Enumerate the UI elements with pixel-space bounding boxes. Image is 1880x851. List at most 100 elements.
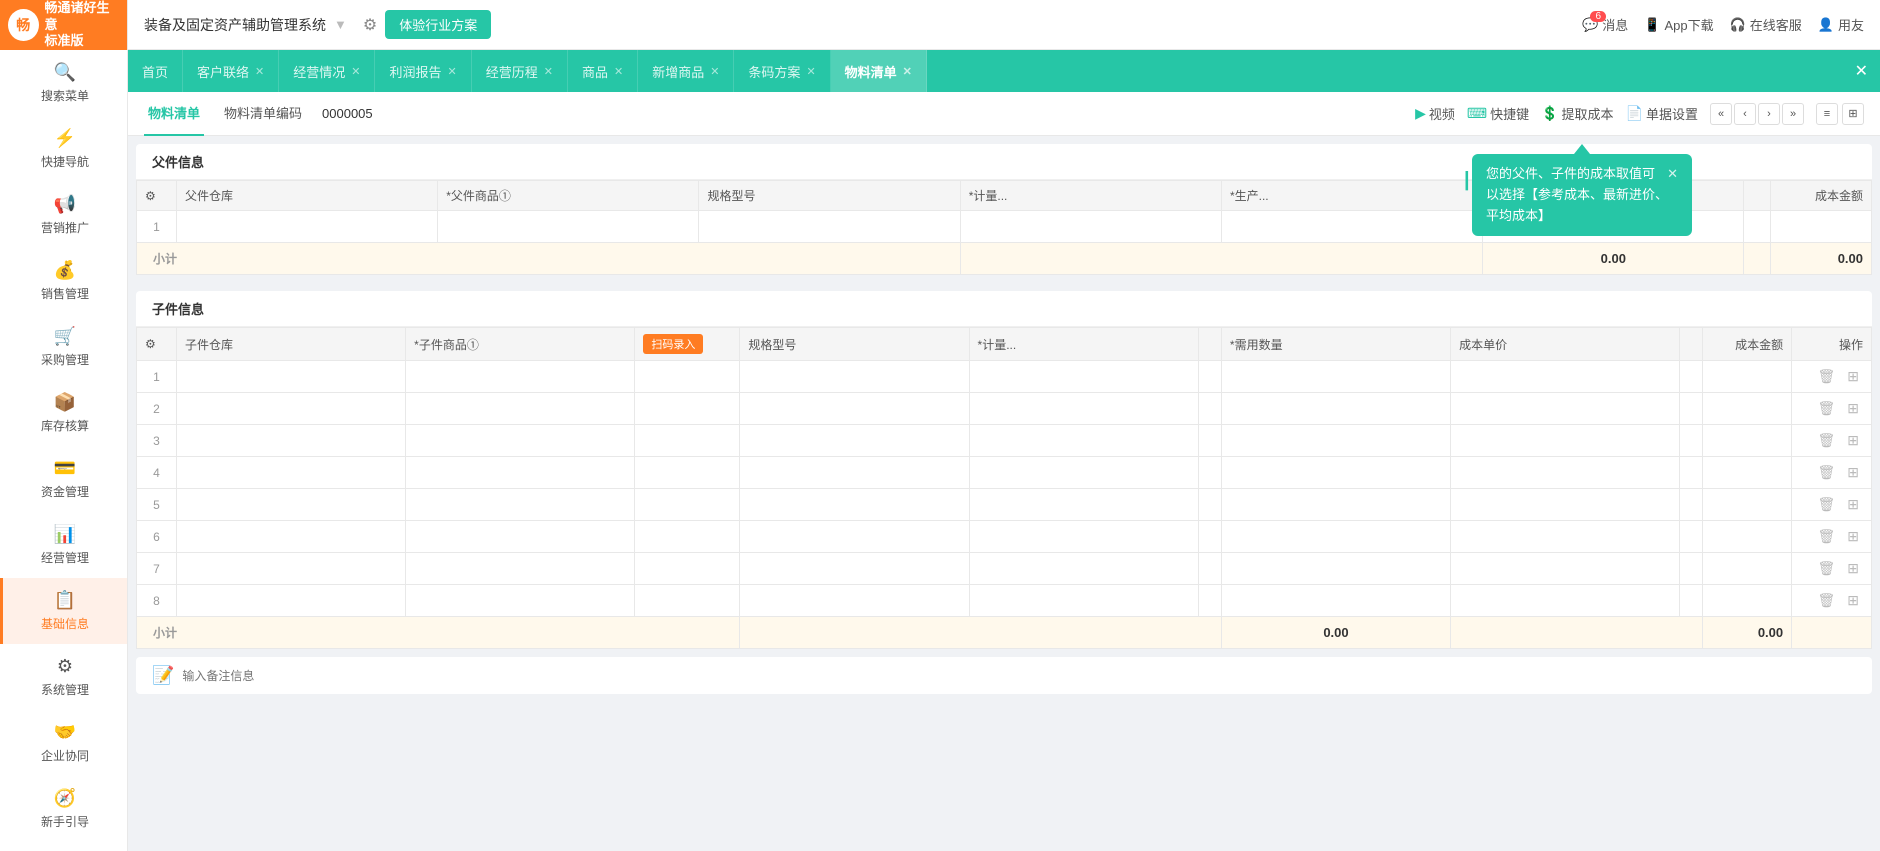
child-spec-input-7[interactable] — [740, 553, 968, 584]
child-product-input-4[interactable] — [406, 457, 634, 488]
tab-close-history[interactable]: ✕ — [544, 65, 553, 78]
child-row-4-spec[interactable] — [740, 457, 969, 489]
tooltip-close-btn[interactable]: ✕ — [1667, 164, 1678, 185]
parent-row-1-unit[interactable] — [960, 211, 1221, 243]
child-qty-input-8[interactable] — [1222, 585, 1450, 616]
parent-spec-input[interactable] — [699, 211, 959, 242]
child-row-2-warehouse[interactable] — [177, 393, 406, 425]
child-product-input-3[interactable] — [406, 425, 634, 456]
col-gear-parent[interactable]: ⚙ — [137, 181, 177, 211]
parent-row-1-warehouse[interactable] — [177, 211, 438, 243]
child-product-input-5[interactable] — [406, 489, 634, 520]
tab-profit[interactable]: 利润报告 ✕ — [375, 50, 471, 92]
list-view-btn[interactable]: ≡ — [1816, 103, 1838, 125]
app-download-action[interactable]: 📱 App下载 — [1644, 15, 1713, 34]
delete-btn-8[interactable]: 🗑 — [1813, 590, 1839, 611]
child-warehouse-input-7[interactable] — [177, 553, 405, 584]
child-product-input-6[interactable] — [406, 521, 634, 552]
child-row-2-spec[interactable] — [740, 393, 969, 425]
child-qty-input-7[interactable] — [1222, 553, 1450, 584]
child-row-3-product[interactable] — [406, 425, 635, 457]
copy-btn-4[interactable]: ⊞ — [1843, 462, 1863, 483]
sidebar-item-inventory[interactable]: 📦 库存核算 — [0, 380, 127, 446]
child-unitcost-input-5[interactable] — [1451, 489, 1679, 520]
tab-close-ops[interactable]: ✕ — [351, 65, 360, 78]
parent-product-input[interactable] — [438, 211, 698, 242]
child-unitcost-input-6[interactable] — [1451, 521, 1679, 552]
parent-row-1-spec[interactable] — [699, 211, 960, 243]
child-product-input-1[interactable] — [406, 361, 634, 392]
child-product-input-7[interactable] — [406, 553, 634, 584]
sidebar-item-quicknav[interactable]: ⚡ 快捷导航 — [0, 116, 127, 182]
first-btn[interactable]: « — [1710, 103, 1732, 125]
child-qty-input-3[interactable] — [1222, 425, 1450, 456]
child-warehouse-input-6[interactable] — [177, 521, 405, 552]
sidebar-item-sales[interactable]: 💰 销售管理 — [0, 248, 127, 314]
tab-home[interactable]: 首页 — [128, 50, 183, 92]
delete-btn-6[interactable]: 🗑 — [1813, 526, 1839, 547]
sidebar-item-system[interactable]: ⚙ 系统管理 — [0, 644, 127, 710]
copy-btn-5[interactable]: ⊞ — [1843, 494, 1863, 515]
parent-row-1-produce[interactable] — [1221, 211, 1482, 243]
child-row-6-spec[interactable] — [740, 521, 969, 553]
child-qty-input-4[interactable] — [1222, 457, 1450, 488]
child-warehouse-input-2[interactable] — [177, 393, 405, 424]
tab-close-bom[interactable]: ✕ — [903, 65, 912, 78]
child-qty-input-6[interactable] — [1222, 521, 1450, 552]
child-row-4-warehouse[interactable] — [177, 457, 406, 489]
msg-action[interactable]: 💬 6 消息 — [1582, 15, 1628, 34]
child-row-3-unitcost[interactable] — [1451, 425, 1680, 457]
child-row-6-warehouse[interactable] — [177, 521, 406, 553]
child-row-3-qty[interactable] — [1221, 425, 1450, 457]
child-row-7-qty[interactable] — [1221, 553, 1450, 585]
delete-btn-5[interactable]: 🗑 — [1813, 494, 1839, 515]
child-product-input-8[interactable] — [406, 585, 634, 616]
child-unitcost-input-3[interactable] — [1451, 425, 1679, 456]
child-row-8-qty[interactable] — [1221, 585, 1450, 617]
child-row-1-unit[interactable] — [969, 361, 1198, 393]
child-row-6-unitcost[interactable] — [1451, 521, 1680, 553]
tab-close-barcode[interactable]: ✕ — [806, 65, 815, 78]
copy-btn-6[interactable]: ⊞ — [1843, 526, 1863, 547]
action-cost[interactable]: 💲 提取成本 — [1541, 104, 1613, 123]
copy-btn-7[interactable]: ⊞ — [1843, 558, 1863, 579]
child-unitcost-input-1[interactable] — [1451, 361, 1679, 392]
child-unit-input-8[interactable] — [970, 585, 1198, 616]
child-row-5-unit[interactable] — [969, 489, 1198, 521]
child-row-7-product[interactable] — [406, 553, 635, 585]
child-row-2-product[interactable] — [406, 393, 635, 425]
delete-btn-7[interactable]: 🗑 — [1813, 558, 1839, 579]
copy-btn-3[interactable]: ⊞ — [1843, 430, 1863, 451]
child-qty-input-5[interactable] — [1222, 489, 1450, 520]
child-row-1-unitcost[interactable] — [1451, 361, 1680, 393]
child-warehouse-input-4[interactable] — [177, 457, 405, 488]
child-row-6-unit[interactable] — [969, 521, 1198, 553]
sidebar-item-guide[interactable]: 🧭 新手引导 — [0, 776, 127, 842]
prev-btn[interactable]: ‹ — [1734, 103, 1756, 125]
child-row-4-product[interactable] — [406, 457, 635, 489]
child-spec-input-5[interactable] — [740, 489, 968, 520]
tab-ops[interactable]: 经营情况 ✕ — [279, 50, 375, 92]
tab-bom[interactable]: 物料清单 ✕ — [831, 50, 927, 92]
sidebar-item-basicinfo[interactable]: 📋 基础信息 — [0, 578, 127, 644]
child-spec-input-8[interactable] — [740, 585, 968, 616]
settings-icon[interactable]: ⚙ — [363, 15, 377, 35]
action-shortcut[interactable]: ⌨ 快捷键 — [1467, 104, 1529, 123]
child-unit-input-7[interactable] — [970, 553, 1198, 584]
child-row-1-qty[interactable] — [1221, 361, 1450, 393]
remark-input[interactable] — [182, 669, 1856, 683]
parent-produce-input[interactable] — [1222, 211, 1482, 242]
child-spec-input-2[interactable] — [740, 393, 968, 424]
tab-newproduct[interactable]: 新增商品 ✕ — [638, 50, 734, 92]
user-action[interactable]: 👤 用友 — [1818, 15, 1864, 34]
delete-btn-4[interactable]: 🗑 — [1813, 462, 1839, 483]
child-spec-input-6[interactable] — [740, 521, 968, 552]
child-row-8-warehouse[interactable] — [177, 585, 406, 617]
child-row-2-unit[interactable] — [969, 393, 1198, 425]
child-warehouse-input-1[interactable] — [177, 361, 405, 392]
parent-row-1-product[interactable] — [438, 211, 699, 243]
child-row-4-qty[interactable] — [1221, 457, 1450, 489]
child-row-3-unit[interactable] — [969, 425, 1198, 457]
service-action[interactable]: 🎧 在线客服 — [1730, 15, 1802, 34]
close-all-tabs[interactable]: ✕ — [1843, 61, 1880, 81]
